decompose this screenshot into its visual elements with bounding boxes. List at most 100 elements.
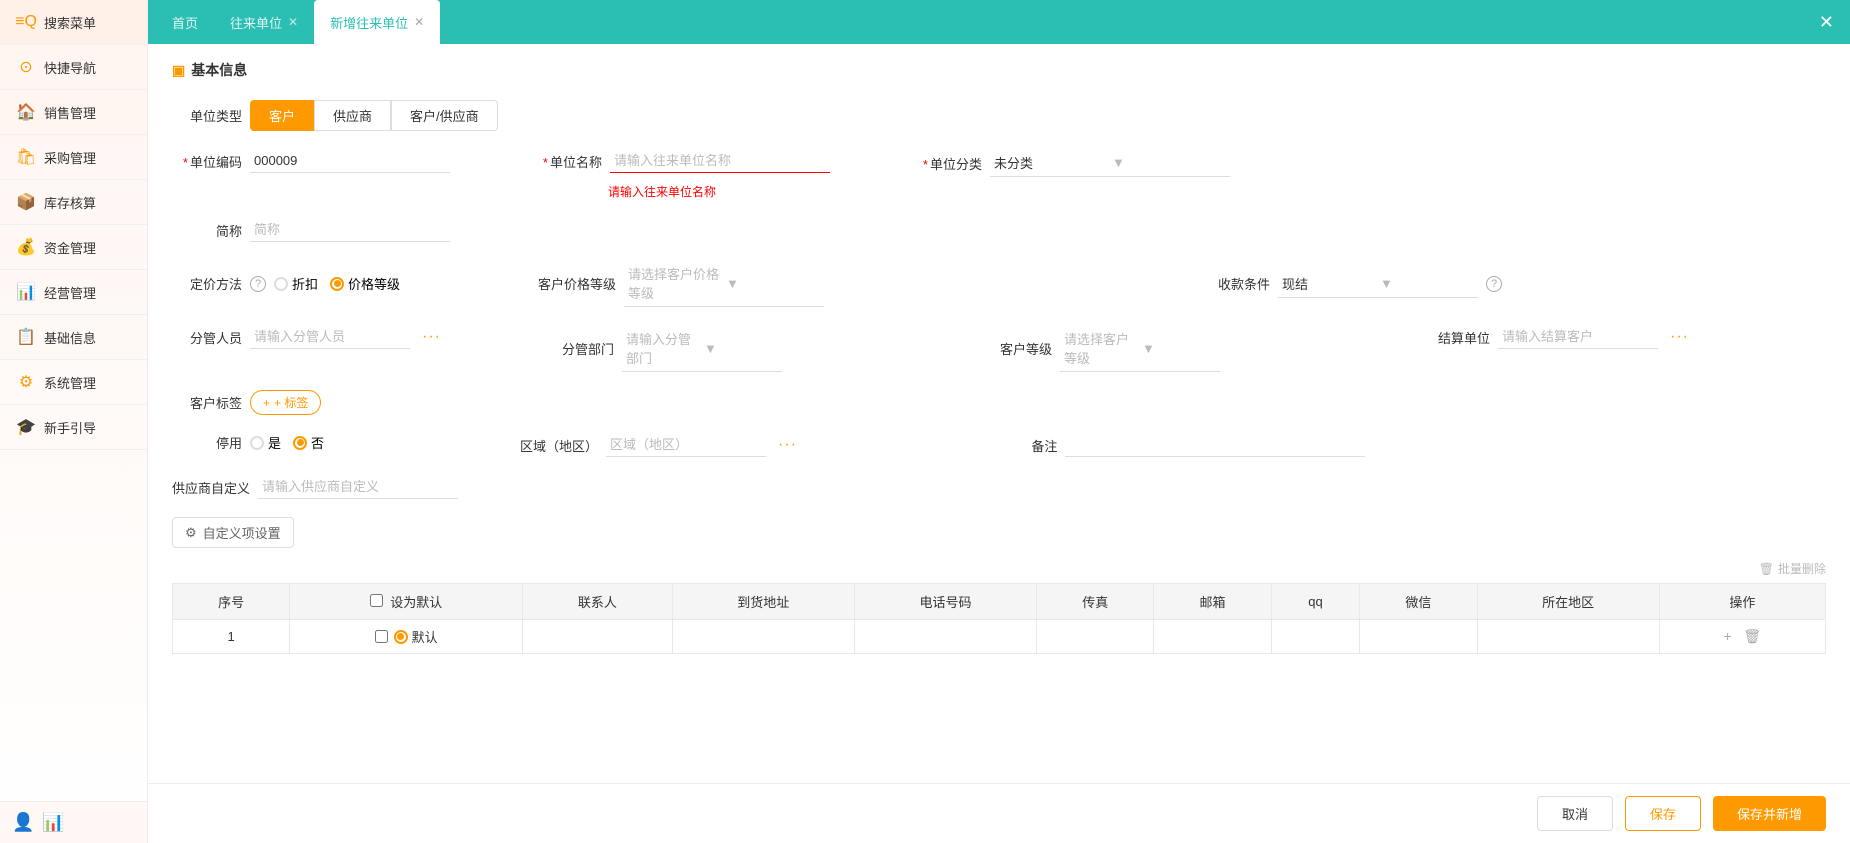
settlement-unit-input[interactable] [1498, 325, 1658, 349]
save-button[interactable]: 保存 [1625, 796, 1701, 831]
sidebar-item-finance[interactable]: 💰 资金管理 [0, 225, 147, 270]
add-tag-button[interactable]: + + 标签 [250, 390, 321, 415]
shortname-row: 简称 [172, 218, 1826, 242]
supplier-custom-group: 供应商自定义 [172, 475, 592, 499]
disabled-group: 停用 是 否 [172, 433, 472, 452]
unit-btn-customer[interactable]: 客户 [250, 100, 314, 131]
business-icon: 📊 [16, 282, 36, 302]
pricing-method-group: 定价方法 ? 折扣 价格等级 [172, 274, 512, 293]
manager-row: 分管人员 ··· 分管部门 请输入分管部门 ▼ 客户等级 请选择客户等级 ▼ [172, 325, 1826, 372]
sidebar-item-quicknav[interactable]: ⊙ 快捷导航 [0, 45, 147, 90]
pricing-radio-level[interactable]: 价格等级 [330, 274, 400, 293]
tab-contacts[interactable]: 往来单位 ✕ [214, 0, 314, 44]
sidebar-label-search: 搜索菜单 [44, 13, 96, 32]
cell-address [672, 620, 854, 654]
col-wechat: 微信 [1360, 584, 1477, 620]
sidebar-label-purchase: 采购管理 [44, 148, 96, 167]
department-arrow: ▼ [704, 341, 778, 356]
radio-discount-circle [274, 277, 288, 291]
pricing-radio-group: 折扣 价格等级 [274, 274, 400, 293]
tab-bar: 首页 往来单位 ✕ 新增往来单位 ✕ ✕ [148, 0, 1850, 44]
unit-code-input[interactable] [250, 149, 450, 173]
customer-price-level-select[interactable]: 请选择客户价格等级 ▼ [624, 260, 824, 307]
sidebar-item-business[interactable]: 📊 经营管理 [0, 270, 147, 315]
manager-dots-button[interactable]: ··· [418, 328, 445, 346]
radio-level-circle [330, 277, 344, 291]
basic-icon: 📋 [16, 327, 36, 347]
sidebar-item-inventory[interactable]: 📦 库存核算 [0, 180, 147, 225]
row-checkbox[interactable] [375, 630, 388, 643]
customer-tag-label: 客户标签 [172, 393, 242, 412]
window-close-button[interactable]: ✕ [1811, 12, 1842, 33]
col-contact: 联系人 [522, 584, 672, 620]
payment-terms-help-icon[interactable]: ? [1486, 276, 1502, 292]
customer-level-placeholder: 请选择客户等级 [1064, 329, 1138, 367]
sidebar-item-newbie[interactable]: 🎓 新手引导 [0, 405, 147, 450]
col-address: 到货地址 [672, 584, 854, 620]
sidebar-item-system[interactable]: ⚙ 系统管理 [0, 360, 147, 405]
tab-new-contact-close[interactable]: ✕ [414, 16, 424, 28]
tab-new-contact-label: 新增往来单位 [330, 13, 408, 32]
unit-type-label: 单位类型 [172, 106, 242, 125]
main-area: 首页 往来单位 ✕ 新增往来单位 ✕ ✕ ▣ 基本信息 单位类型 客户 供应商 … [148, 0, 1850, 843]
department-placeholder: 请输入分管部门 [626, 329, 700, 367]
custom-settings-button[interactable]: ⚙ 自定义项设置 [172, 517, 294, 548]
table-header-row: 序号 设为默认 联系人 到货地址 电话号码 传真 邮箱 qq 微信 所在地区 操… [173, 584, 1826, 620]
custom-settings-icon: ⚙ [185, 525, 197, 541]
payment-terms-select[interactable]: 现结 ▼ [1278, 270, 1478, 298]
department-group: 分管部门 请输入分管部门 ▼ [544, 325, 950, 372]
select-all-checkbox[interactable] [370, 594, 383, 607]
pricing-help-icon[interactable]: ? [250, 276, 266, 292]
sidebar-label-basic: 基础信息 [44, 328, 96, 347]
sidebar-item-basic[interactable]: 📋 基础信息 [0, 315, 147, 360]
settlement-unit-dots-button[interactable]: ··· [1666, 328, 1693, 346]
short-name-group: 简称 [172, 218, 532, 242]
unit-btn-both[interactable]: 客户/供应商 [391, 100, 498, 131]
customer-price-level-group: 客户价格等级 请选择客户价格等级 ▼ [538, 260, 1164, 307]
region-input[interactable] [606, 433, 766, 457]
default-label: 默认 [412, 627, 438, 646]
customer-level-select[interactable]: 请选择客户等级 ▼ [1060, 325, 1220, 372]
remark-label: 备注 [987, 436, 1057, 455]
region-label: 区域（地区） [520, 436, 598, 455]
col-phone: 电话号码 [854, 584, 1036, 620]
user-icon: 👤 [12, 812, 34, 833]
unit-btn-supplier[interactable]: 供应商 [314, 100, 391, 131]
unit-category-select[interactable]: 未分类 ▼ [990, 149, 1230, 177]
row-delete-button[interactable]: 🗑 [1739, 626, 1765, 647]
settlement-unit-label: 结算单位 [1420, 328, 1490, 347]
supplier-custom-input[interactable] [258, 475, 458, 499]
unit-name-label: 单位名称 [532, 152, 602, 171]
default-radio[interactable]: 默认 [394, 627, 438, 646]
cell-fax [1037, 620, 1154, 654]
cancel-button[interactable]: 取消 [1537, 796, 1613, 831]
short-name-input[interactable] [250, 218, 450, 242]
manager-input[interactable] [250, 325, 410, 349]
row-add-button[interactable]: + [1720, 626, 1736, 646]
quicknav-icon: ⊙ [16, 57, 36, 77]
tab-contacts-close[interactable]: ✕ [288, 16, 298, 28]
radio-yes-label: 是 [268, 433, 281, 452]
sidebar-label-inventory: 库存核算 [44, 193, 96, 212]
sidebar-item-search[interactable]: ≡Q 搜索菜单 [0, 0, 147, 45]
remark-input[interactable] [1065, 433, 1365, 457]
sidebar-label-newbie: 新手引导 [44, 418, 96, 437]
batch-delete-label[interactable]: 批量删除 [1778, 560, 1826, 577]
tab-home[interactable]: 首页 [156, 0, 214, 44]
pricing-radio-discount[interactable]: 折扣 [274, 274, 318, 293]
sidebar-item-purchase[interactable]: 🛍 采购管理 [0, 135, 147, 180]
department-select[interactable]: 请输入分管部门 ▼ [622, 325, 782, 372]
inventory-icon: 📦 [16, 192, 36, 212]
disabled-radio-yes[interactable]: 是 [250, 433, 281, 452]
finance-icon: 💰 [16, 237, 36, 257]
sidebar: ≡Q 搜索菜单 ⊙ 快捷导航 🏠 销售管理 🛍 采购管理 📦 库存核算 💰 资金… [0, 0, 148, 843]
unit-name-input[interactable] [610, 149, 830, 173]
form-content: ▣ 基本信息 单位类型 客户 供应商 客户/供应商 单位编码 [148, 44, 1850, 783]
sidebar-item-sales[interactable]: 🏠 销售管理 [0, 90, 147, 135]
sidebar-label-system: 系统管理 [44, 373, 96, 392]
batch-delete-icon: 🗑 [1759, 562, 1774, 576]
disabled-radio-no[interactable]: 否 [293, 433, 324, 452]
region-dots-button[interactable]: ··· [774, 436, 801, 454]
save-and-new-button[interactable]: 保存并新增 [1713, 796, 1826, 831]
tab-new-contact[interactable]: 新增往来单位 ✕ [314, 0, 440, 44]
